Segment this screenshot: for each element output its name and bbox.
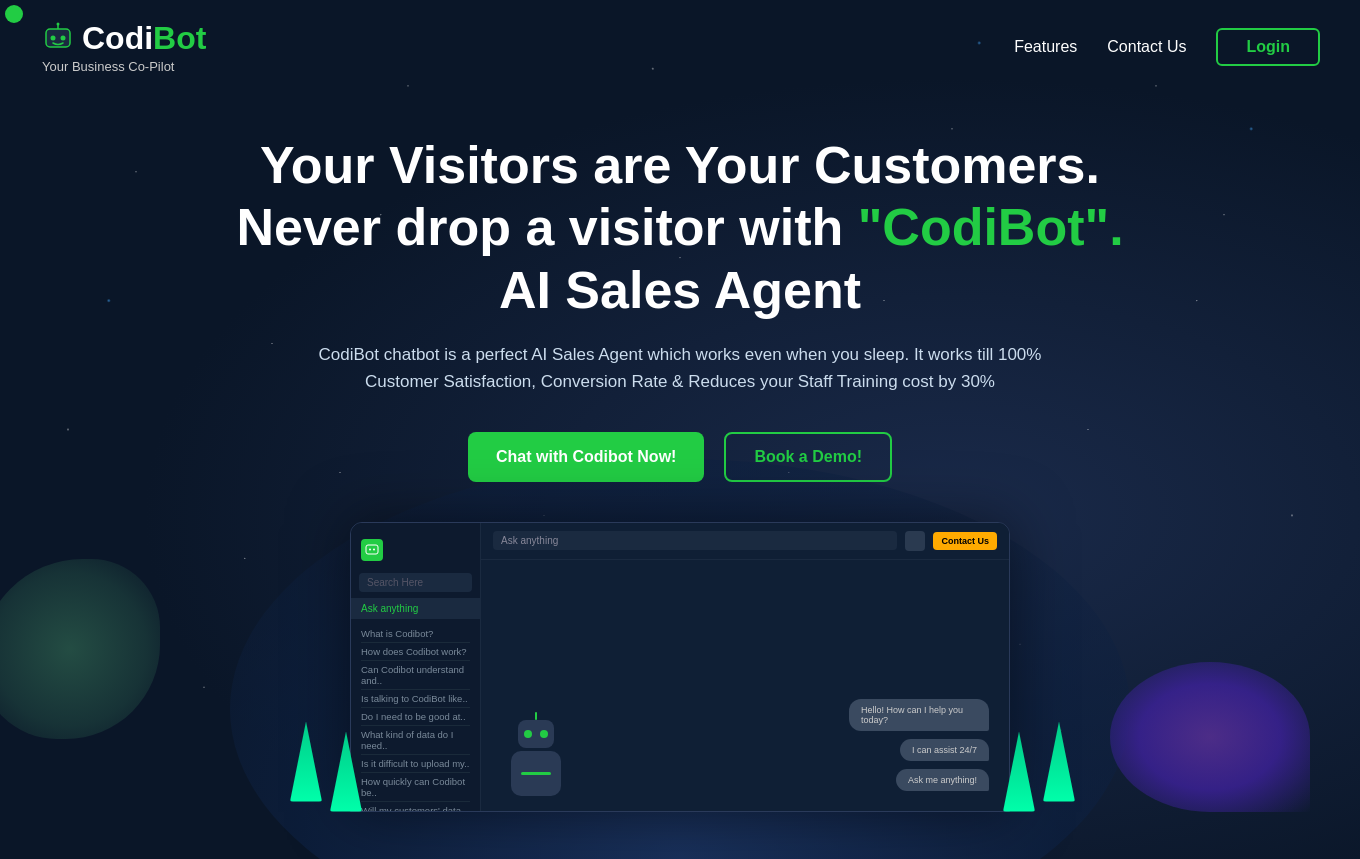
mock-sidebar-header xyxy=(351,533,480,567)
mock-contact-button[interactable]: Contact Us xyxy=(933,532,997,550)
chat-bubble-2: I can assist 24/7 xyxy=(900,739,989,761)
chat-bubble-3: Ask me anything! xyxy=(896,769,989,791)
mock-list-item[interactable]: What is Codibot? xyxy=(361,625,470,643)
robot-eye-right xyxy=(540,730,548,738)
hero-section: Your Visitors are Your Customers. Never … xyxy=(0,94,1360,482)
dashboard-mockup: Search Here Ask anything What is Codibot… xyxy=(350,522,1010,812)
nav-contact[interactable]: Contact Us xyxy=(1107,38,1186,56)
mock-list-item[interactable]: Is talking to CodiBot like.. xyxy=(361,690,470,708)
mock-sidebar-search[interactable]: Search Here xyxy=(359,573,472,592)
svg-point-8 xyxy=(373,548,375,550)
logo-area: CodiBot Your Business Co-Pilot xyxy=(40,20,206,74)
mock-list-item[interactable]: How quickly can Codibot be.. xyxy=(361,773,470,802)
mock-logo-icon xyxy=(361,539,383,561)
robot-body xyxy=(511,751,561,796)
robot-head xyxy=(518,720,554,748)
logo-text: CodiBot xyxy=(40,20,206,57)
mock-list-item[interactable]: Will my customers' data be.. xyxy=(361,802,470,812)
hero-title: Your Visitors are Your Customers. Never … xyxy=(230,134,1130,321)
svg-point-5 xyxy=(57,22,60,25)
chat-bubbles: Hello! How can I help you today? I can a… xyxy=(849,699,989,791)
login-button[interactable]: Login xyxy=(1216,28,1320,66)
hero-buttons: Chat with Codibot Now! Book a Demo! xyxy=(20,432,1340,482)
mock-main: Ask anything Contact Us xyxy=(481,523,1009,811)
purple-blob xyxy=(1110,662,1310,812)
dashboard-container: Search Here Ask anything What is Codibot… xyxy=(0,522,1360,812)
hero-subtitle: CodiBot chatbot is a perfect AI Sales Ag… xyxy=(290,341,1070,395)
cta-demo-button[interactable]: Book a Demo! xyxy=(724,432,892,482)
logo-name: CodiBot xyxy=(82,20,206,57)
mock-chat-area: Hello! How can I help you today? I can a… xyxy=(481,560,1009,811)
logo-icon xyxy=(40,21,76,57)
teal-triangle-left xyxy=(290,722,322,802)
svg-rect-6 xyxy=(366,545,378,554)
mock-list-item[interactable]: Is it difficult to upload my.. xyxy=(361,755,470,773)
cta-chat-button[interactable]: Chat with Codibot Now! xyxy=(468,432,704,482)
mock-sidebar-item-active[interactable]: Ask anything xyxy=(351,598,480,619)
logo-subtitle: Your Business Co-Pilot xyxy=(42,59,174,74)
mock-sidebar: Search Here Ask anything What is Codibot… xyxy=(351,523,481,811)
logo-name-highlight: Bot xyxy=(153,20,206,56)
chat-bubble-1: Hello! How can I help you today? xyxy=(849,699,989,731)
nav-links: Features Contact Us Login xyxy=(1014,28,1320,66)
robot-eye-left xyxy=(524,730,532,738)
mock-list-item[interactable]: What kind of data do I need.. xyxy=(361,726,470,755)
right-decoration xyxy=(1003,722,1075,812)
svg-point-2 xyxy=(51,35,56,40)
svg-point-3 xyxy=(61,35,66,40)
mock-main-search[interactable]: Ask anything xyxy=(493,531,897,550)
svg-point-7 xyxy=(369,548,371,550)
robot-illustration xyxy=(511,712,561,796)
nav-features[interactable]: Features xyxy=(1014,38,1077,56)
mock-topbar-icon[interactable] xyxy=(905,531,925,551)
teal-triangle-left2 xyxy=(330,732,362,812)
robot-mouth xyxy=(521,772,551,775)
robot-antenna xyxy=(535,712,537,720)
teal-triangle-right1 xyxy=(1003,732,1035,812)
mock-list-item[interactable]: Can Codibot understand and.. xyxy=(361,661,470,690)
left-decoration xyxy=(290,722,362,812)
hero-title-highlight: "CodiBot". xyxy=(858,198,1124,256)
mock-list-item[interactable]: How does Codibot work? xyxy=(361,643,470,661)
mock-topbar: Ask anything Contact Us xyxy=(481,523,1009,560)
navbar: CodiBot Your Business Co-Pilot Features … xyxy=(0,0,1360,94)
teal-triangle-right2 xyxy=(1043,722,1075,802)
mock-list: What is Codibot? How does Codibot work? … xyxy=(351,619,480,812)
mock-list-item[interactable]: Do I need to be good at.. xyxy=(361,708,470,726)
status-indicator xyxy=(5,5,23,23)
